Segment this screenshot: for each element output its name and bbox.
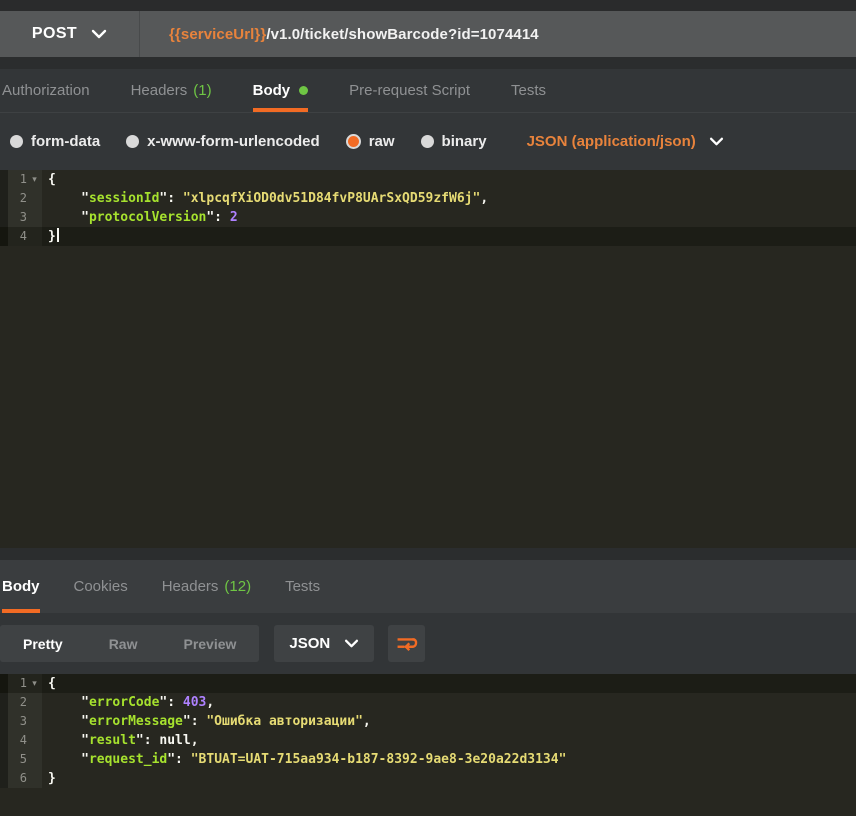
headers-count-badge: (12)	[224, 578, 252, 595]
line-gutter: 3	[8, 712, 42, 731]
editor-line[interactable]: 2 "errorCode": 403,	[0, 693, 856, 712]
editor-line[interactable]: 6}	[0, 769, 856, 788]
response-tab-cookies[interactable]: Cookies	[74, 560, 128, 613]
editor-line[interactable]: 4 "result": null,	[0, 731, 856, 750]
radio-icon	[10, 135, 23, 148]
editor-line[interactable]: 1 ▾{	[0, 674, 856, 693]
request-body-editor[interactable]: 1 ▾{2 "sessionId": "xlpcqfXiOD0dv51D84fvP8…	[0, 170, 856, 548]
tab-headers[interactable]: Headers (1)	[131, 69, 212, 112]
editor-line[interactable]: 4}	[0, 227, 856, 246]
mode-label: binary	[441, 133, 487, 150]
mode-x-www-form-urlencoded[interactable]: x-www-form-urlencoded	[126, 133, 320, 150]
mode-label: form-data	[31, 133, 101, 150]
section-divider	[0, 548, 856, 560]
response-tab-headers[interactable]: Headers (12)	[162, 560, 251, 613]
mode-label: x-www-form-urlencoded	[147, 133, 320, 150]
url-path: /v1.0/ticket/showBarcode?id=1074414	[266, 25, 539, 43]
radio-selected-icon	[345, 134, 361, 149]
green-dot-icon	[299, 86, 309, 95]
headers-count-badge: (1)	[193, 82, 212, 99]
format-label: JSON	[289, 635, 331, 652]
view-switcher: Pretty Raw Preview	[0, 625, 260, 662]
editor-line[interactable]: 3 "protocolVersion": 2	[0, 208, 856, 227]
tab-body[interactable]: Body	[252, 69, 309, 112]
line-gutter: 5	[8, 750, 42, 769]
url-variable: {{serviceUrl}}	[169, 25, 267, 43]
radio-icon	[420, 135, 434, 148]
content-type-selector[interactable]: JSON (application/json)	[527, 133, 724, 150]
line-gutter: 4	[8, 731, 42, 750]
window-top-strip	[0, 0, 856, 11]
raw-button[interactable]: Raw	[85, 625, 161, 662]
method-selector[interactable]: POST	[0, 11, 140, 57]
tab-label: Headers	[130, 82, 188, 99]
tab-label: Pre-request Script	[349, 82, 470, 99]
tab-authorization[interactable]: Authorization	[2, 69, 90, 112]
line-gutter: 6	[8, 769, 42, 788]
method-label: POST	[31, 25, 78, 42]
line-gutter: 3	[8, 208, 42, 227]
tab-label: Headers	[161, 578, 219, 595]
mode-raw[interactable]: raw	[345, 133, 395, 150]
response-tab-body[interactable]: Body	[2, 560, 40, 613]
response-tab-tests[interactable]: Tests	[285, 560, 320, 613]
tab-tests[interactable]: Tests	[511, 69, 546, 112]
mode-form-data[interactable]: form-data	[10, 133, 100, 150]
fold-triangle-icon: ▾	[32, 678, 37, 688]
request-tabs: Authorization Headers (1) Body Pre-reques…	[0, 69, 856, 112]
line-gutter: 1 ▾	[8, 674, 42, 693]
tab-label: Authorization	[2, 82, 90, 99]
response-tabs: Body Cookies Headers (12) Tests	[0, 560, 856, 613]
pretty-button[interactable]: Pretty	[0, 625, 86, 662]
tab-label: Body	[2, 578, 40, 595]
line-gutter: 4	[8, 227, 42, 246]
tab-label: Body	[252, 82, 291, 99]
editor-line[interactable]: 2 "sessionId": "xlpcqfXiOD0dv51D84fvP8UAr…	[0, 189, 856, 208]
line-gutter: 2	[8, 189, 42, 208]
editor-line[interactable]: 5 "request_id": "BTUAT=UAT-715aa934-b187-…	[0, 750, 856, 769]
tab-label: Tests	[285, 578, 321, 595]
editor-line[interactable]: 3 "errorMessage": "Ошибка авторизации",	[0, 712, 856, 731]
line-gutter: 1 ▾	[8, 170, 42, 189]
content-type-label: JSON (application/json)	[526, 133, 696, 150]
response-toolbar: Pretty Raw Preview JSON	[0, 613, 856, 674]
chevron-down-icon	[709, 137, 723, 146]
mode-binary[interactable]: binary	[420, 133, 487, 150]
text-cursor	[56, 228, 59, 242]
word-wrap-button[interactable]	[388, 625, 426, 662]
section-divider	[0, 57, 856, 69]
body-mode-bar: form-data x-www-form-urlencoded raw bina…	[0, 112, 856, 170]
tab-label: Cookies	[73, 578, 128, 595]
chevron-down-icon	[345, 639, 359, 648]
editor-line[interactable]: 1 ▾{	[0, 170, 856, 189]
radio-icon	[126, 135, 140, 148]
tab-label: Tests	[511, 82, 547, 99]
mode-label: raw	[368, 133, 395, 150]
chevron-down-icon	[91, 29, 107, 39]
tab-pre-request-script[interactable]: Pre-request Script	[349, 69, 470, 112]
request-url-bar: POST {{serviceUrl}}/v1.0/ticket/showBarc…	[0, 11, 856, 57]
url-input[interactable]: {{serviceUrl}}/v1.0/ticket/showBarcode?i…	[140, 11, 856, 57]
response-body-editor[interactable]: 1 ▾{2 "errorCode": 403, 3 "errorMessage": "О…	[0, 674, 856, 816]
line-gutter: 2	[8, 693, 42, 712]
format-selector[interactable]: JSON	[274, 625, 375, 662]
fold-triangle-icon: ▾	[32, 174, 37, 184]
preview-button[interactable]: Preview	[160, 625, 260, 662]
word-wrap-icon	[397, 637, 418, 651]
postman-window: POST {{serviceUrl}}/v1.0/ticket/showBarc…	[0, 0, 856, 816]
